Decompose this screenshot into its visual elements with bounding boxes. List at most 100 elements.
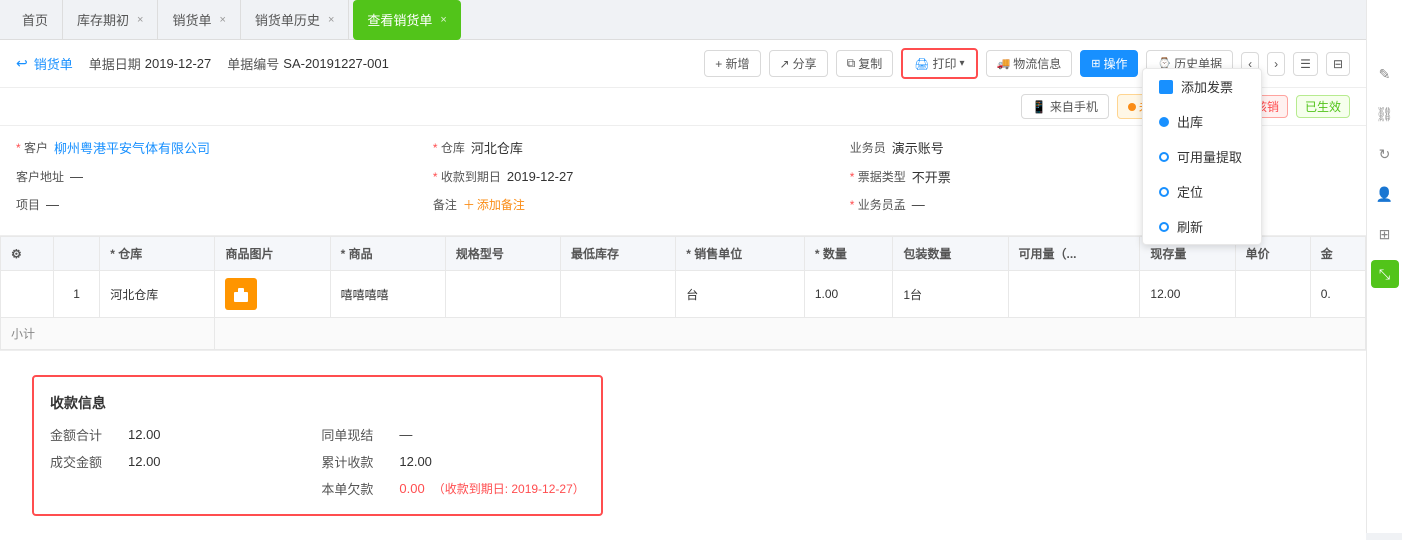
circle-outline-icon-2 (1159, 187, 1169, 197)
circle-filled-icon (1159, 117, 1169, 127)
sidebar-edit-icon[interactable]: ✎ (1371, 60, 1399, 88)
grid-icon: ⊞ (1091, 57, 1100, 70)
col-quantity: * 数量 (804, 237, 893, 271)
phone-icon: 📱 (1032, 100, 1047, 114)
ticket-type-label: 票据类型 (850, 168, 906, 185)
square-icon (1159, 80, 1173, 94)
col-settings[interactable]: ⚙ (1, 237, 54, 271)
sidebar-link-icon[interactable]: ⛓ (1371, 100, 1399, 128)
customer-field: 客户 柳州粤港平安气体有限公司 (16, 138, 433, 157)
doc-no-label: 单据编号 SA-20191227-001 (227, 54, 389, 73)
grid-view-button[interactable]: ⊟ (1326, 52, 1350, 76)
tab-stock-init[interactable]: 库存期初 × (63, 0, 158, 40)
truck-icon: 🚚 (997, 57, 1011, 70)
menu-item-locate[interactable]: 定位 (1143, 174, 1261, 209)
biz-person-label: 业务员孟 (850, 196, 906, 213)
from-phone-button[interactable]: 📱 来自手机 (1021, 94, 1109, 119)
sidebar-rotate-icon[interactable]: ↻ (1371, 140, 1399, 168)
logistics-button[interactable]: 🚚 物流信息 (986, 50, 1073, 77)
col-product-img: 商品图片 (215, 237, 330, 271)
total-amount-label: 金额合计 (50, 425, 120, 444)
ticket-type-field: 票据类型 不开票 (850, 167, 1350, 186)
col-min-stock: 最低库存 (561, 237, 676, 271)
biz-person-field: 业务员孟 — (850, 196, 1350, 213)
col-product: * 商品 (330, 237, 445, 271)
cumulative-payment-label: 累计收款 (321, 452, 391, 471)
row-spec (445, 271, 560, 318)
menu-item-outbound[interactable]: 出库 (1143, 104, 1261, 139)
col-spec: 规格型号 (445, 237, 560, 271)
row-actions (1, 271, 54, 318)
col-amount: 金 (1310, 237, 1365, 271)
current-arrears-value: 0.00 (399, 481, 424, 496)
copy-icon: ⧉ (847, 56, 856, 71)
subtotal-row: 小计 (1, 318, 1366, 350)
close-sales-history[interactable]: × (328, 14, 334, 26)
due-date-note: （收款到期日: 2019-12-27） (433, 480, 585, 497)
address-label: 客户地址 (16, 168, 64, 185)
current-arrears-label: 本单欠款 (321, 479, 391, 498)
copy-button[interactable]: ⧉ 复制 (836, 50, 894, 77)
close-sales-order[interactable]: × (219, 14, 225, 26)
menu-item-available-qty[interactable]: 可用量提取 (1143, 139, 1261, 174)
col-package-qty: 包装数量 (893, 237, 1008, 271)
effective-badge: 已生效 (1296, 95, 1350, 118)
ticket-type-value: 不开票 (912, 167, 951, 186)
list-view-button[interactable]: ☰ (1293, 52, 1318, 76)
sidebar-expand-icon[interactable]: ⤡ (1371, 260, 1399, 288)
new-button[interactable]: + 新增 (704, 50, 760, 77)
current-arrears-row: 本单欠款 0.00 （收款到期日: 2019-12-27） (321, 479, 584, 498)
product-image (225, 278, 257, 310)
note-field: 备注 ＋ 添加备注 (433, 196, 850, 213)
tab-home[interactable]: 首页 (8, 0, 63, 40)
biz-person-value: — (912, 197, 925, 212)
col-num (54, 237, 100, 271)
close-view-sales[interactable]: × (440, 14, 446, 26)
row-product-img (215, 271, 330, 318)
next-record-button[interactable]: › (1267, 52, 1285, 76)
tab-view-sales[interactable]: 查看销货单 × (353, 0, 460, 40)
salesperson-label: 业务员 (850, 139, 886, 156)
share-button[interactable]: ↗ 分享 (769, 50, 828, 77)
warehouse-field: 仓库 河北仓库 (433, 138, 850, 157)
menu-item-add-invoice[interactable]: 添加发票 (1143, 69, 1261, 104)
payment-container: 收款信息 金额合计 12.00 同单现结 — 成交金额 12.00 (0, 351, 1366, 540)
menu-item-refresh[interactable]: 刷新 (1143, 209, 1261, 244)
tab-sales-history[interactable]: 销货单历史 × (241, 0, 349, 40)
col-available: 可用量（... (1008, 237, 1140, 271)
print-button[interactable]: 🖨 打印 ▾ (904, 51, 974, 76)
share-icon: ↗ (780, 57, 790, 71)
due-date-label: 收款到期日 (433, 168, 501, 185)
row-available (1008, 271, 1140, 318)
print-icon: 🖨 (914, 57, 929, 71)
row-price (1235, 271, 1310, 318)
col-unit: * 销售单位 (676, 237, 805, 271)
add-note-button[interactable]: ＋ 添加备注 (463, 196, 525, 213)
same-order-row: 同单现结 — (321, 425, 584, 444)
total-amount-row: 金额合计 12.00 (50, 425, 313, 444)
project-label: 项目 (16, 196, 40, 213)
tab-sales-order[interactable]: 销货单 × (158, 0, 240, 40)
warehouse-label: 仓库 (433, 139, 465, 156)
row-quantity: 1.00 (804, 271, 893, 318)
row-min-stock (561, 271, 676, 318)
payment-title: 收款信息 (50, 393, 585, 413)
print-btn-wrapper: 🖨 打印 ▾ (901, 48, 977, 79)
subtotal-values (215, 318, 1366, 350)
warehouse-value: 河北仓库 (471, 138, 523, 157)
cumulative-payment-row: 累计收款 12.00 (321, 452, 584, 471)
row-num: 1 (54, 271, 100, 318)
due-date-field: 收款到期日 2019-12-27 (433, 168, 850, 185)
arrears-row (50, 479, 313, 498)
sidebar-user-icon[interactable]: 👤 (1371, 180, 1399, 208)
operations-button[interactable]: ⊞ 操作 (1080, 50, 1138, 77)
row-product: 嘻嘻嘻嘻 (330, 271, 445, 318)
transaction-amount-label: 成交金额 (50, 452, 120, 471)
sidebar-grid-icon[interactable]: ⊞ (1371, 220, 1399, 248)
close-stock-init[interactable]: × (137, 14, 143, 26)
customer-value[interactable]: 柳州粤港平安气体有限公司 (54, 138, 210, 157)
doc-type-title: ↩ 销货单 (16, 54, 73, 73)
items-table: ⚙ * 仓库 商品图片 * 商品 规格型号 最低库存 * 销售单位 * 数量 包… (0, 236, 1366, 350)
print-dropdown-icon[interactable]: ▾ (959, 58, 964, 69)
transaction-amount-value: 12.00 (128, 454, 161, 469)
